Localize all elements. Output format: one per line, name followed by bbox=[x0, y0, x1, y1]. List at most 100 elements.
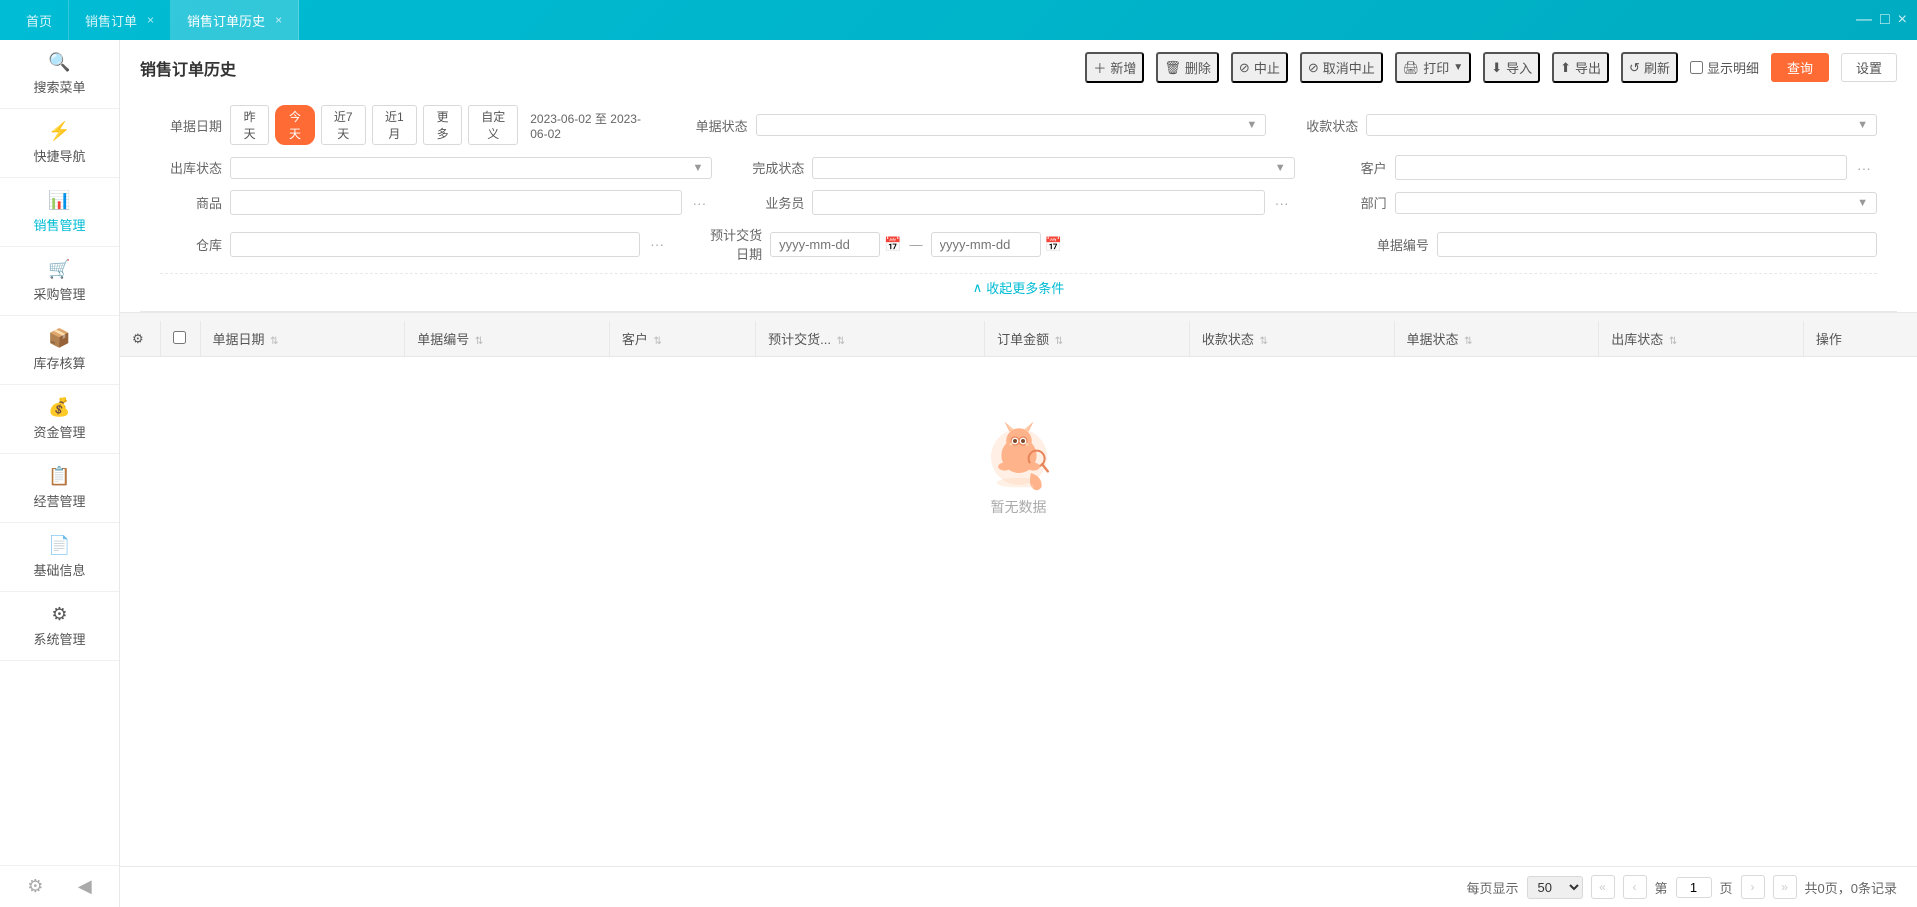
first-page-btn[interactable]: « bbox=[1591, 875, 1615, 899]
inventory-icon: 📦 bbox=[48, 328, 70, 349]
customer-ellipsis-btn[interactable]: ··· bbox=[1851, 158, 1877, 178]
col-delivery[interactable]: 预计交货... ⇅ bbox=[756, 321, 985, 357]
cancel-stop-label: 取消中止 bbox=[1323, 58, 1375, 77]
window-close-icon[interactable]: × bbox=[1898, 11, 1907, 29]
customer-input[interactable] bbox=[1395, 155, 1847, 180]
payment-select[interactable]: ▼ bbox=[1366, 114, 1877, 136]
print-button[interactable]: 🖨 打印 ▼ bbox=[1395, 52, 1471, 83]
col-delivery-label: 预计交货... bbox=[768, 332, 831, 347]
col-payment-status[interactable]: 收款状态 ⇅ bbox=[1189, 321, 1394, 357]
dept-select[interactable]: ▼ bbox=[1395, 192, 1877, 214]
col-no[interactable]: 单据编号 ⇅ bbox=[405, 321, 610, 357]
date-today[interactable]: 今天 bbox=[275, 105, 314, 145]
import-button[interactable]: ⬇ 导入 bbox=[1483, 52, 1540, 83]
col-customer-sort-icon[interactable]: ⇅ bbox=[654, 336, 662, 347]
select-all-checkbox[interactable] bbox=[173, 331, 186, 344]
minimize-icon[interactable]: — bbox=[1856, 11, 1872, 29]
per-page-select[interactable]: 50 10 20 100 bbox=[1527, 876, 1583, 899]
col-outstock-sort-icon[interactable]: ⇅ bbox=[1669, 336, 1677, 347]
salesperson-ellipsis-btn[interactable]: ··· bbox=[1269, 193, 1295, 213]
refresh-button[interactable]: ↺ 刷新 bbox=[1621, 52, 1678, 83]
product-ellipsis-btn[interactable]: ··· bbox=[686, 193, 712, 213]
tab-sales-order-close[interactable]: × bbox=[147, 13, 154, 27]
sidebar-item-inventory[interactable]: 📦 库存核算 bbox=[0, 316, 119, 385]
date-custom[interactable]: 自定义 bbox=[468, 105, 518, 145]
outstock-select[interactable]: ▼ bbox=[230, 157, 712, 179]
sidebar-item-quick-nav[interactable]: ⚡ 快捷导航 bbox=[0, 109, 119, 178]
sidebar: 🔍 搜索菜单 ⚡ 快捷导航 📊 销售管理 🛒 采购管理 📦 库存核算 💰 资金管… bbox=[0, 40, 120, 907]
status-select[interactable]: ▼ bbox=[756, 114, 1267, 136]
tab-home[interactable]: 首页 bbox=[10, 0, 69, 40]
add-button[interactable]: ＋ 新增 bbox=[1085, 52, 1144, 83]
delete-button[interactable]: 🗑 删除 bbox=[1156, 52, 1219, 83]
warehouse-label: 仓库 bbox=[160, 235, 230, 254]
delivery-to-input[interactable] bbox=[931, 232, 1041, 257]
next-page-btn[interactable]: › bbox=[1741, 875, 1765, 899]
display-detail-checkbox-label[interactable]: 显示明细 bbox=[1690, 58, 1759, 77]
order-no-filter-control bbox=[1437, 232, 1877, 257]
col-date[interactable]: 单据日期 ⇅ bbox=[200, 321, 405, 357]
col-amount-sort-icon[interactable]: ⇅ bbox=[1055, 336, 1063, 347]
delivery-from-input[interactable] bbox=[770, 232, 880, 257]
warehouse-ellipsis-btn[interactable]: ··· bbox=[644, 234, 670, 254]
last-page-btn[interactable]: » bbox=[1773, 875, 1797, 899]
display-detail-checkbox[interactable] bbox=[1690, 61, 1703, 74]
export-icon: ⬆ bbox=[1560, 60, 1571, 76]
customer-filter-control: ··· bbox=[1395, 155, 1877, 180]
collapse-sidebar-icon[interactable]: ◀ bbox=[78, 876, 92, 897]
stop-button[interactable]: ⊘ 中止 bbox=[1231, 52, 1288, 83]
salesperson-input[interactable] bbox=[812, 190, 1264, 215]
collapse-row[interactable]: ∧ 收起更多条件 bbox=[160, 273, 1877, 301]
col-delivery-sort-icon[interactable]: ⇅ bbox=[837, 336, 845, 347]
sidebar-item-sales[interactable]: 📊 销售管理 bbox=[0, 178, 119, 247]
col-payment-sort-icon[interactable]: ⇅ bbox=[1259, 336, 1267, 347]
complete-filter-control: ▼ bbox=[812, 157, 1294, 179]
payment-filter-control: ▼ bbox=[1366, 114, 1877, 136]
column-settings-icon[interactable]: ⚙ bbox=[120, 321, 160, 357]
sidebar-item-search-label: 搜索菜单 bbox=[33, 77, 85, 96]
settings-bottom-icon[interactable]: ⚙ bbox=[27, 876, 43, 897]
order-no-input[interactable] bbox=[1437, 232, 1877, 257]
col-amount[interactable]: 订单金额 ⇅ bbox=[985, 321, 1190, 357]
page-number-input[interactable] bbox=[1676, 877, 1712, 898]
prev-page-btn[interactable]: ‹ bbox=[1623, 875, 1647, 899]
payment-label: 收款状态 bbox=[1296, 116, 1366, 135]
query-button[interactable]: 查询 bbox=[1771, 53, 1829, 82]
content-area: 销售订单历史 ＋ 新增 🗑 删除 ⊘ 中止 ⊘ bbox=[120, 40, 1917, 907]
col-doc-status[interactable]: 单据状态 ⇅ bbox=[1394, 321, 1599, 357]
date-7days[interactable]: 近7天 bbox=[321, 105, 366, 145]
col-no-sort-icon[interactable]: ⇅ bbox=[475, 336, 483, 347]
sidebar-item-purchase[interactable]: 🛒 采购管理 bbox=[0, 247, 119, 316]
export-button[interactable]: ⬆ 导出 bbox=[1552, 52, 1609, 83]
settings-button[interactable]: 设置 bbox=[1841, 53, 1897, 82]
sidebar-item-search[interactable]: 🔍 搜索菜单 bbox=[0, 40, 119, 109]
col-doc-sort-icon[interactable]: ⇅ bbox=[1464, 336, 1472, 347]
system-icon: ⚙ bbox=[51, 604, 67, 625]
sidebar-item-operations[interactable]: 📋 经营管理 bbox=[0, 454, 119, 523]
sidebar-item-system[interactable]: ⚙ 系统管理 bbox=[0, 592, 119, 661]
sidebar-item-finance[interactable]: 💰 资金管理 bbox=[0, 385, 119, 454]
quick-nav-icon: ⚡ bbox=[48, 121, 70, 142]
complete-select[interactable]: ▼ bbox=[812, 157, 1294, 179]
col-outstock-status[interactable]: 出库状态 ⇅ bbox=[1599, 321, 1804, 357]
date-yesterday[interactable]: 昨天 bbox=[230, 105, 269, 145]
tab-sales-order[interactable]: 销售订单 × bbox=[69, 0, 171, 40]
warehouse-input[interactable] bbox=[230, 232, 640, 257]
date-more[interactable]: 更多 bbox=[423, 105, 462, 145]
stop-label: 中止 bbox=[1254, 58, 1280, 77]
delivery-filter-control: 📅 — 📅 bbox=[770, 232, 1357, 257]
import-label: 导入 bbox=[1506, 58, 1532, 77]
tab-sales-history[interactable]: 销售订单历史 × bbox=[171, 0, 299, 40]
col-customer[interactable]: 客户 ⇅ bbox=[609, 321, 755, 357]
tab-sales-history-close[interactable]: × bbox=[275, 13, 282, 27]
product-input[interactable] bbox=[230, 190, 682, 215]
sidebar-item-basic-info[interactable]: 📄 基础信息 bbox=[0, 523, 119, 592]
col-date-sort-icon[interactable]: ⇅ bbox=[270, 336, 278, 347]
collapse-icon: ∧ bbox=[973, 280, 983, 296]
sidebar-item-purchase-label: 采购管理 bbox=[33, 284, 85, 303]
delivery-from-calendar-icon[interactable]: 📅 bbox=[884, 236, 901, 253]
delivery-to-calendar-icon[interactable]: 📅 bbox=[1045, 236, 1062, 253]
date-1month[interactable]: 近1月 bbox=[372, 105, 417, 145]
maximize-icon[interactable]: □ bbox=[1880, 11, 1890, 29]
cancel-stop-button[interactable]: ⊘ 取消中止 bbox=[1300, 52, 1383, 83]
